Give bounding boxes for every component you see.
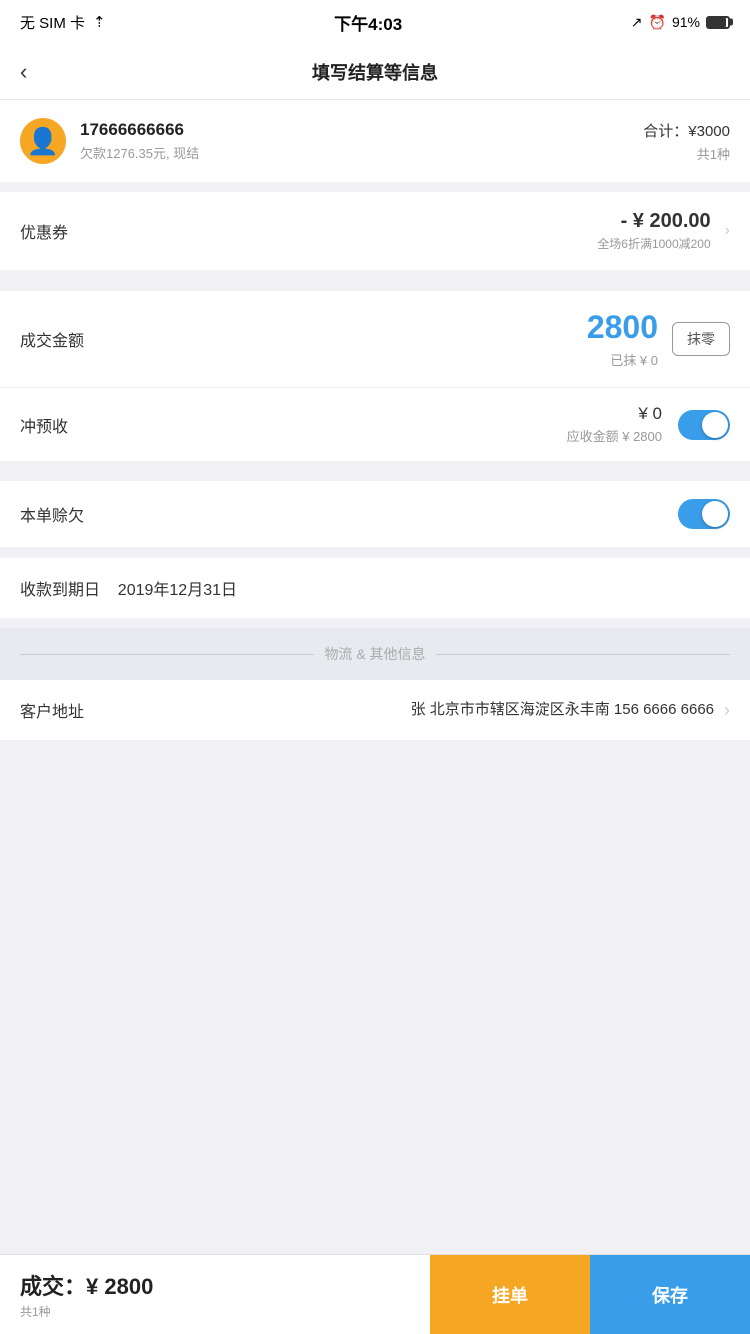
logistics-line-right (436, 654, 730, 655)
due-date-label: 收款到期日 (20, 582, 100, 599)
chevron-right-icon: › (725, 222, 730, 240)
customer-sub: 欠款1276.35元, 现结 (80, 143, 199, 162)
debt-toggle[interactable] (678, 499, 730, 529)
summary-sub: 共1种 (20, 1303, 410, 1320)
total-count: 共1种 (643, 144, 730, 163)
content: 👤 17666666666 欠款1276.35元, 现结 合计：¥3000 共1… (0, 100, 750, 1040)
discount-amount: - ¥ 200.00 (597, 210, 710, 233)
amount-right: 2800 已抹 ¥ 0 抹零 (587, 309, 730, 369)
toggle-knob (702, 412, 728, 438)
customer-left: 👤 17666666666 欠款1276.35元, 现结 (20, 118, 199, 164)
address-chevron-icon: › (724, 700, 730, 721)
address-label: 客户地址 (20, 698, 84, 722)
logistics-section: 物流 & 其他信息 (0, 628, 750, 680)
bottom-bar: 成交：¥ 2800 共1种 挂单 保存 (0, 1254, 750, 1334)
prepay-label: 冲预收 (20, 413, 68, 437)
logistics-text: 物流 & 其他信息 (324, 644, 425, 664)
status-time: 下午4:03 (334, 10, 402, 35)
summary-prefix: 成交： (20, 1274, 86, 1299)
battery-icon (706, 16, 730, 29)
customer-info: 17666666666 欠款1276.35元, 现结 (80, 120, 199, 162)
discount-right: - ¥ 200.00 全场6折满1000减200 › (597, 210, 730, 252)
debt-toggle-knob (702, 501, 728, 527)
debt-section: 本单赊欠 (0, 481, 750, 547)
amount-row: 成交金额 2800 已抹 ¥ 0 抹零 (20, 309, 730, 369)
customer-right: 合计：¥3000 共1种 (643, 120, 730, 163)
customer-phone: 17666666666 (80, 120, 199, 140)
status-left: 无 SIM 卡 ⇡ (20, 12, 106, 33)
avatar: 👤 (20, 118, 66, 164)
address-value: 张 北京市市辖区海淀区永丰南 156 6666 6666 (411, 699, 714, 722)
customer-card: 👤 17666666666 欠款1276.35元, 现结 合计：¥3000 共1… (0, 100, 750, 182)
prepay-toggle[interactable] (678, 410, 730, 440)
section-divider-2 (0, 461, 750, 471)
due-date-value: 2019年12月31日 (118, 582, 237, 599)
summary-main: 成交：¥ 2800 (20, 1269, 410, 1301)
summary-amount: ¥ 2800 (86, 1274, 153, 1299)
amount-block: 2800 已抹 ¥ 0 (587, 309, 658, 369)
debt-label: 本单赊欠 (20, 502, 84, 526)
discount-desc: 全场6折满1000减200 (597, 235, 710, 252)
status-right: ↗ ⏰ 91% (631, 14, 730, 31)
avatar-icon: 👤 (27, 128, 59, 154)
logistics-line-left (20, 654, 314, 655)
round-off-button[interactable]: 抹零 (672, 322, 730, 356)
bottom-summary: 成交：¥ 2800 共1种 (0, 1255, 430, 1334)
amount-number: 2800 (587, 309, 658, 345)
extra-space (0, 740, 750, 940)
carrier-text: 无 SIM 卡 (20, 12, 85, 33)
alarm-icon: ⏰ (649, 14, 666, 31)
prepay-right: ¥ 0 应收金额 ¥ 2800 (567, 404, 730, 445)
nav-title: 填写结算等信息 (312, 59, 438, 85)
discount-value: - ¥ 200.00 全场6折满1000减200 (597, 210, 710, 252)
hold-button[interactable]: 挂单 (430, 1255, 590, 1334)
amount-label: 成交金额 (20, 327, 84, 351)
discount-label: 优惠券 (20, 219, 68, 243)
wifi-icon: ⇡ (93, 13, 106, 31)
location-icon: ↗ (631, 14, 643, 31)
thin-divider-2 (0, 547, 750, 548)
due-date-text: 收款到期日 2019年12月31日 (20, 582, 237, 599)
prepay-values: ¥ 0 应收金额 ¥ 2800 (567, 404, 662, 445)
prepay-receivable: 应收金额 ¥ 2800 (567, 426, 662, 445)
save-button[interactable]: 保存 (590, 1255, 750, 1334)
discount-row[interactable]: 优惠券 - ¥ 200.00 全场6折满1000减200 › (0, 192, 750, 271)
back-button[interactable]: ‹ (20, 59, 27, 85)
address-section[interactable]: 客户地址 张 北京市市辖区海淀区永丰南 156 6666 6666 › (0, 680, 750, 740)
prepay-amount: ¥ 0 (567, 404, 662, 424)
amount-section: 成交金额 2800 已抹 ¥ 0 抹零 (0, 291, 750, 387)
section-divider-1 (0, 271, 750, 281)
battery-text: 91% (672, 14, 700, 30)
status-bar: 无 SIM 卡 ⇡ 下午4:03 ↗ ⏰ 91% (0, 0, 750, 44)
prepay-row: 冲预收 ¥ 0 应收金额 ¥ 2800 (0, 388, 750, 461)
amount-sub: 已抹 ¥ 0 (587, 350, 658, 369)
due-date-section: 收款到期日 2019年12月31日 (0, 558, 750, 618)
total-label: 合计：¥3000 (643, 120, 730, 141)
address-right: 张 北京市市辖区海淀区永丰南 156 6666 6666 › (104, 699, 730, 722)
nav-bar: ‹ 填写结算等信息 (0, 44, 750, 100)
